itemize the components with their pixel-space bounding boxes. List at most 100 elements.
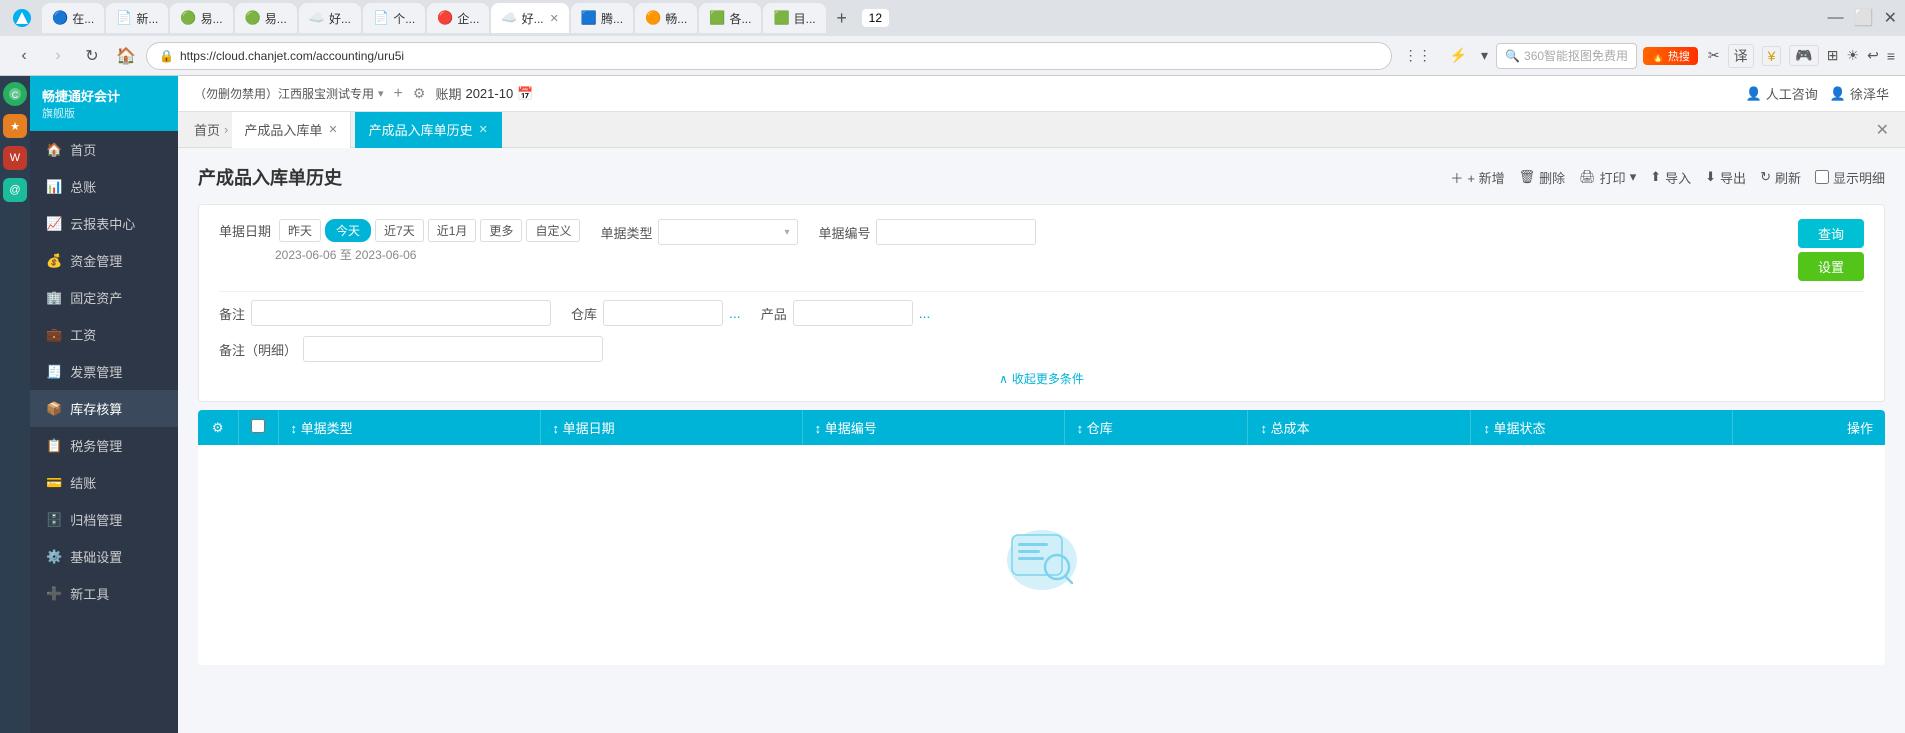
remark-detail-input[interactable]	[303, 336, 603, 362]
date-btn-1month[interactable]: 近1月	[428, 219, 477, 242]
delete-button[interactable]: 🗑 删除	[1519, 168, 1566, 187]
show-detail-checkbox[interactable]: 显示明细	[1815, 168, 1885, 187]
date-btn-today[interactable]: 今天	[325, 219, 371, 242]
tab-t12[interactable]: 🟩 目...	[763, 3, 825, 33]
settings-icon[interactable]: ⚙	[413, 85, 426, 102]
sidebar-item-invoice[interactable]: 🧾 发票管理	[30, 353, 178, 390]
col-gear[interactable]: ⚙	[198, 410, 238, 445]
add-button[interactable]: ＋ + 新增	[1450, 168, 1504, 187]
date-btn-yesterday[interactable]: 昨天	[279, 219, 321, 242]
currency-icon[interactable]: ¥	[1762, 46, 1782, 66]
tab-t8[interactable]: ☁️ 好... ✕	[491, 3, 568, 33]
tab-t1[interactable]: 🔵 在...	[42, 3, 104, 33]
date-btn-more[interactable]: 更多	[480, 219, 522, 242]
gear-th-icon[interactable]: ⚙	[212, 420, 224, 435]
page-tab-current[interactable]: 产成品入库单历史 ✕	[355, 112, 502, 148]
translate-icon[interactable]: 译	[1728, 44, 1754, 68]
number-filter-input[interactable]	[876, 219, 1036, 245]
warehouse-ellipsis-btn[interactable]: ...	[729, 305, 741, 321]
remark-filter-input[interactable]	[251, 300, 551, 326]
sidebar-item-tax[interactable]: 📋 税务管理	[30, 427, 178, 464]
col-type[interactable]: ↕ 单据类型	[278, 410, 540, 445]
sidebar-item-basic[interactable]: ⚙️ 基础设置	[30, 538, 178, 575]
search-360-bar[interactable]: 🔍 360智能抠图免费用	[1496, 43, 1637, 69]
tab-list-close[interactable]: ✕	[328, 123, 337, 136]
sun-icon[interactable]: ☀	[1847, 47, 1860, 64]
breadcrumb-home[interactable]: 首页	[194, 120, 220, 139]
lightning-button[interactable]: ⚡	[1444, 47, 1473, 64]
tab-t11[interactable]: 🟩 各...	[699, 3, 761, 33]
sidebar-item-fund[interactable]: 💰 资金管理	[30, 242, 178, 279]
home-button[interactable]: 🏠	[112, 42, 140, 70]
sidebar-item-fixed[interactable]: 🏢 固定资产	[30, 279, 178, 316]
dropdown-button[interactable]: ▾	[1479, 47, 1490, 64]
query-button[interactable]: 查询	[1798, 219, 1864, 248]
type-selector[interactable]: ▾	[658, 219, 798, 245]
browser-nav-icon[interactable]	[8, 4, 36, 32]
hot-search-badge[interactable]: 🔥 热搜	[1643, 47, 1698, 65]
close-panel-button[interactable]: ✕	[1876, 120, 1889, 140]
sidebar-item-report[interactable]: 📈 云报表中心	[30, 205, 178, 242]
col-status[interactable]: ↕ 单据状态	[1471, 410, 1733, 445]
date-btn-custom[interactable]: 自定义	[526, 219, 580, 242]
col-number[interactable]: ↕ 单据编号	[802, 410, 1064, 445]
url-bar[interactable]: 🔒 https://cloud.chanjet.com/accounting/u…	[146, 42, 1392, 70]
import-button[interactable]: ⬆ 导入	[1650, 168, 1691, 187]
tab-current-close[interactable]: ✕	[479, 123, 488, 136]
tab-t10[interactable]: 🟠 畅...	[635, 3, 697, 33]
detail-checkbox-input[interactable]	[1815, 170, 1829, 184]
maximize-button[interactable]: ⬜	[1854, 8, 1874, 28]
page-tab-list[interactable]: 产成品入库单 ✕	[232, 112, 350, 148]
game-icon[interactable]: 🎮	[1789, 45, 1818, 66]
sidebar-item-inventory[interactable]: 📦 库存核算	[30, 390, 178, 427]
tab-close-t8[interactable]: ✕	[550, 12, 559, 25]
sidebar-item-newbill[interactable]: ➕ 新工具	[30, 575, 178, 612]
refresh-data-button[interactable]: ↻ 刷新	[1760, 168, 1801, 187]
tab-t4[interactable]: 🟢 易...	[235, 3, 297, 33]
history-icon[interactable]: ↩	[1867, 47, 1879, 64]
add-company-button[interactable]: +	[394, 85, 403, 103]
close-window-button[interactable]: ✕	[1884, 8, 1897, 28]
extensions-button[interactable]: ⋮⋮	[1398, 47, 1438, 64]
product-ellipsis-btn[interactable]: ...	[919, 305, 931, 321]
tab-t2[interactable]: 📄 新...	[106, 3, 168, 33]
icon-sidebar-item-main[interactable]: C	[3, 82, 27, 106]
col-checkbox[interactable]	[238, 410, 278, 445]
minimize-button[interactable]: —	[1828, 9, 1844, 27]
col-warehouse[interactable]: ↕ 仓库	[1064, 410, 1248, 445]
calendar-icon[interactable]: 📅	[517, 86, 533, 102]
back-button[interactable]: ‹	[10, 42, 38, 70]
date-btn-7days[interactable]: 近7天	[375, 219, 424, 242]
icon-sidebar-item-2[interactable]: ★	[3, 114, 27, 138]
tab-t5[interactable]: ☁️ 好...	[299, 3, 361, 33]
collapse-button[interactable]: ∧ 收起更多条件	[219, 370, 1864, 387]
sidebar-item-archive[interactable]: 🗄️ 归档管理	[30, 501, 178, 538]
sidebar-item-salary[interactable]: 💼 工资	[30, 316, 178, 353]
warehouse-filter-input[interactable]	[603, 300, 723, 326]
tab-t3[interactable]: 🟢 易...	[170, 3, 232, 33]
export-button[interactable]: ⬇ 导出	[1705, 168, 1746, 187]
company-selector[interactable]: （勿删勿禁用）江西服宝测试专用 ▾	[194, 85, 384, 102]
forward-button[interactable]: ›	[44, 42, 72, 70]
sidebar-item-settle[interactable]: 💳 结账	[30, 464, 178, 501]
tab-t7[interactable]: 🔴 企...	[427, 3, 489, 33]
user-avatar[interactable]: 👤 徐泽华	[1830, 84, 1889, 103]
tab-t6[interactable]: 📄 个...	[363, 3, 425, 33]
grid-icon[interactable]: ⊞	[1827, 47, 1839, 64]
cut-tool-icon[interactable]: ✂	[1708, 47, 1720, 64]
settings-button[interactable]: 设置	[1798, 252, 1864, 281]
select-all-checkbox[interactable]	[251, 419, 265, 433]
icon-sidebar-item-3[interactable]: W	[3, 146, 27, 170]
new-tab-button[interactable]: +	[828, 4, 856, 32]
product-filter-input[interactable]	[793, 300, 913, 326]
refresh-button[interactable]: ↻	[78, 42, 106, 70]
settings-browser-icon[interactable]: ≡	[1887, 48, 1895, 64]
col-cost[interactable]: ↕ 总成本	[1248, 410, 1471, 445]
tab-t9[interactable]: 🟦 腾...	[571, 3, 633, 33]
icon-sidebar-item-4[interactable]: @	[3, 178, 27, 202]
col-date[interactable]: ↕ 单据日期	[540, 410, 802, 445]
sidebar-item-ledger[interactable]: 📊 总账	[30, 168, 178, 205]
sidebar-item-home[interactable]: 🏠 首页	[30, 131, 178, 168]
print-button[interactable]: 🖨 打印 ▾	[1579, 168, 1636, 187]
customer-service-button[interactable]: 👤 人工咨询	[1746, 84, 1818, 103]
